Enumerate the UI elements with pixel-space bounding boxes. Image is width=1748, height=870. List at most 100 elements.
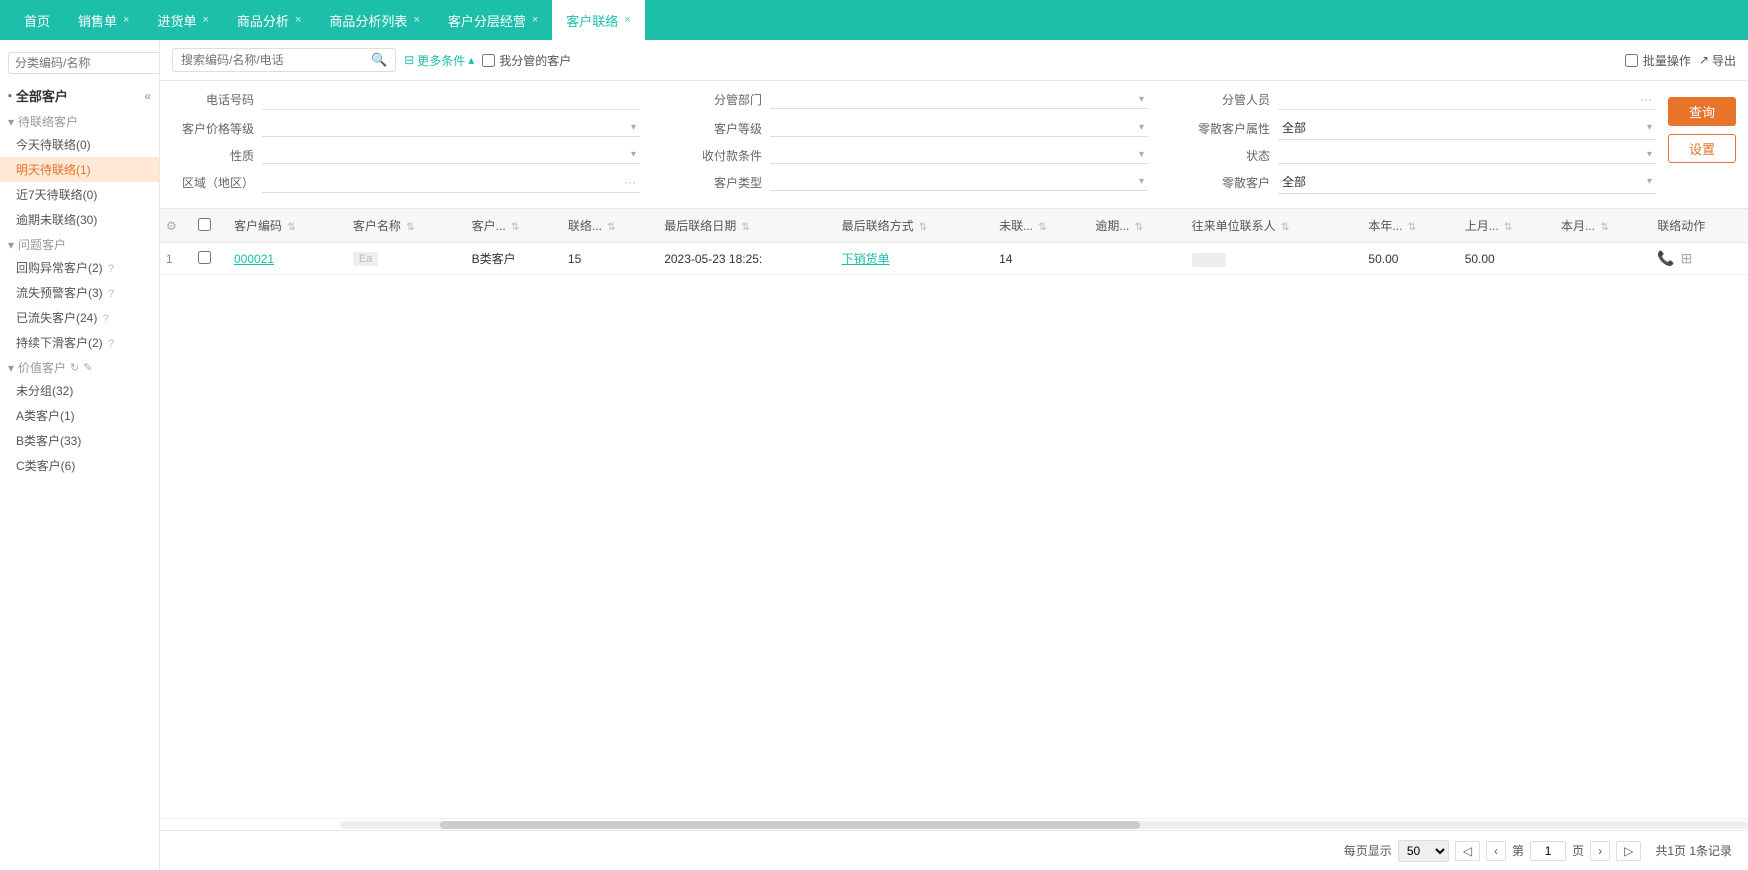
search-input[interactable] [181,53,371,67]
page-right-icon[interactable]: ▷ [1616,841,1641,861]
close-icon[interactable]: × [202,14,208,26]
hash-icon: ▪ [8,90,12,102]
scatter-cust-select[interactable]: 全部 ▾ [1278,170,1656,194]
table-body: 1 000021 Ea B类客户 15 2023-05-23 18:25: 下销… [160,243,1748,275]
sort-icon[interactable]: ⇅ [406,222,414,233]
close-icon[interactable]: × [532,14,538,26]
sort-icon[interactable]: ⇅ [1600,222,1608,233]
page-left-icon[interactable]: ◁ [1455,841,1480,861]
phone-input[interactable] [262,89,640,110]
sort-icon[interactable]: ⇅ [1135,222,1143,233]
chevron-up-icon: ▴ [468,53,474,67]
sidebar-item-churn-warning[interactable]: 流失预警客户(3) ? [0,280,159,305]
dept-select[interactable]: ▾ [770,91,1148,109]
search-wrap: 🔍 [172,48,396,72]
chevron-down-icon: ▾ [1139,176,1144,187]
filter-cell-price-level: 客户价格等级 ▾ [172,119,640,137]
th-action: 联络动作 [1651,209,1748,243]
sort-icon[interactable]: ⇅ [1408,222,1416,233]
filter-row-4: 区域（地区） ··· 客户类型 ▾ [172,170,1656,194]
td-last-contact-method[interactable]: 下销货单 [836,243,994,275]
group-title-problem[interactable]: ▾ 问题客户 [0,232,159,255]
my-customers-checkbox[interactable] [482,54,495,67]
export-btn[interactable]: ↗ 导出 [1699,52,1736,69]
customer-level-select[interactable]: ▾ [770,119,1148,137]
sidebar-item-class-c[interactable]: C类客户(6) [0,453,159,478]
sidebar-item-repurchase-abnormal[interactable]: 回购异常客户(2) ? [0,255,159,280]
nav-item-customer-contact[interactable]: 客户联络 × [552,0,644,40]
batch-checkbox[interactable] [1625,54,1638,67]
page-next-icon[interactable]: › [1590,841,1610,861]
th-this-month: 本月... ⇅ [1555,209,1651,243]
nav-home[interactable]: 首页 [10,0,64,40]
page-prev-icon[interactable]: ‹ [1486,841,1506,861]
close-icon[interactable]: × [624,14,630,26]
sidebar-item-class-b[interactable]: B类客户(33) [0,428,159,453]
group-title-pending[interactable]: ▾ 待联络客户 [0,109,159,132]
scrollbar-thumb[interactable] [440,821,1140,829]
sort-icon[interactable]: ⇅ [1038,222,1046,233]
payment-select[interactable]: ▾ [770,146,1148,164]
nav-item-analysis-list[interactable]: 商品分析列表 × [315,0,433,40]
settings-button[interactable]: 设置 [1668,134,1736,163]
filter-cell-scatter-attr: 零散客户属性 全部 ▾ [1188,116,1656,140]
edit-icon[interactable]: ✎ [83,361,92,374]
sidebar-item-declining[interactable]: 持续下滑客户(2) ? [0,330,159,355]
refresh-icon[interactable]: ↻ [70,361,79,374]
sort-icon[interactable]: ⇅ [1281,222,1289,233]
sort-icon[interactable]: ⇅ [607,222,615,233]
status-select[interactable]: ▾ [1278,146,1656,164]
sidebar-item-7days[interactable]: 近7天待联络(0) [0,182,159,207]
td-action: 📞 ⊞ [1651,243,1748,275]
select-all-checkbox[interactable] [198,218,211,231]
sidebar-item-churned[interactable]: 已流失客户(24) ? [0,305,159,330]
close-icon[interactable]: × [295,14,301,26]
sidebar-item-today[interactable]: 今天待联络(0) [0,132,159,157]
action-grid-icon[interactable]: ⊞ [1681,250,1693,267]
search-icon[interactable]: 🔍 [371,52,387,68]
cust-type-select[interactable]: ▾ [770,173,1148,191]
chevron-down-icon: ▾ [8,115,14,129]
sidebar-all-customers[interactable]: ▪ 全部客户 « [0,82,159,109]
price-level-label: 客户价格等级 [172,120,262,137]
action-phone-icon[interactable]: 📞 [1657,250,1674,267]
sidebar-item-tomorrow[interactable]: 明天待联络(1) [0,157,159,182]
td-last-month: 50.00 [1459,243,1555,275]
sort-icon[interactable]: ⇅ [511,222,519,233]
close-icon[interactable]: × [123,14,129,26]
td-code[interactable]: 000021 [228,243,347,275]
scatter-attr-select[interactable]: 全部 ▾ [1278,116,1656,140]
sidebar-item-ungrouped[interactable]: 未分组(32) [0,378,159,403]
sort-icon[interactable]: ⇅ [1504,222,1512,233]
page-input[interactable] [1530,841,1566,861]
region-more-icon[interactable]: ··· [624,175,636,189]
dept-label: 分管部门 [680,91,770,108]
nav-item-sales[interactable]: 销售单 × [64,0,143,40]
per-page-select[interactable]: 50 100 200 [1398,840,1449,862]
query-button[interactable]: 查询 [1668,97,1736,126]
th-name: 客户名称 ⇅ [347,209,466,243]
chevron-down-icon: ▾ [8,361,14,375]
sidebar-search-input[interactable] [8,52,160,74]
td-name: Ea [347,243,466,275]
sidebar-item-class-a[interactable]: A类客户(1) [0,403,159,428]
sort-icon[interactable]: ⇅ [287,222,295,233]
batch-ops-btn[interactable]: 批量操作 [1625,52,1691,69]
nature-select[interactable]: ▾ [262,146,640,164]
price-level-select[interactable]: ▾ [262,119,640,137]
gear-icon[interactable]: ⚙ [166,219,177,233]
sort-icon[interactable]: ⇅ [919,222,927,233]
sidebar-item-overdue[interactable]: 逾期未联络(30) [0,207,159,232]
collapse-icon[interactable]: « [144,89,151,103]
group-title-value[interactable]: ▾ 价值客户 ↻ ✎ [0,355,159,378]
row-checkbox[interactable] [198,251,211,264]
sort-icon[interactable]: ⇅ [742,222,750,233]
close-icon[interactable]: × [413,14,419,26]
nav-item-customer-tier[interactable]: 客户分层经营 × [434,0,552,40]
more-conditions-btn[interactable]: ⊟ 更多条件 ▴ [404,52,474,69]
nav-item-purchase[interactable]: 进货单 × [143,0,222,40]
nav-item-analysis[interactable]: 商品分析 × [223,0,315,40]
filter-cell-dept: 分管部门 ▾ [680,91,1148,109]
td-checkbox [192,243,228,275]
manager-more-icon[interactable]: ··· [1640,92,1652,106]
